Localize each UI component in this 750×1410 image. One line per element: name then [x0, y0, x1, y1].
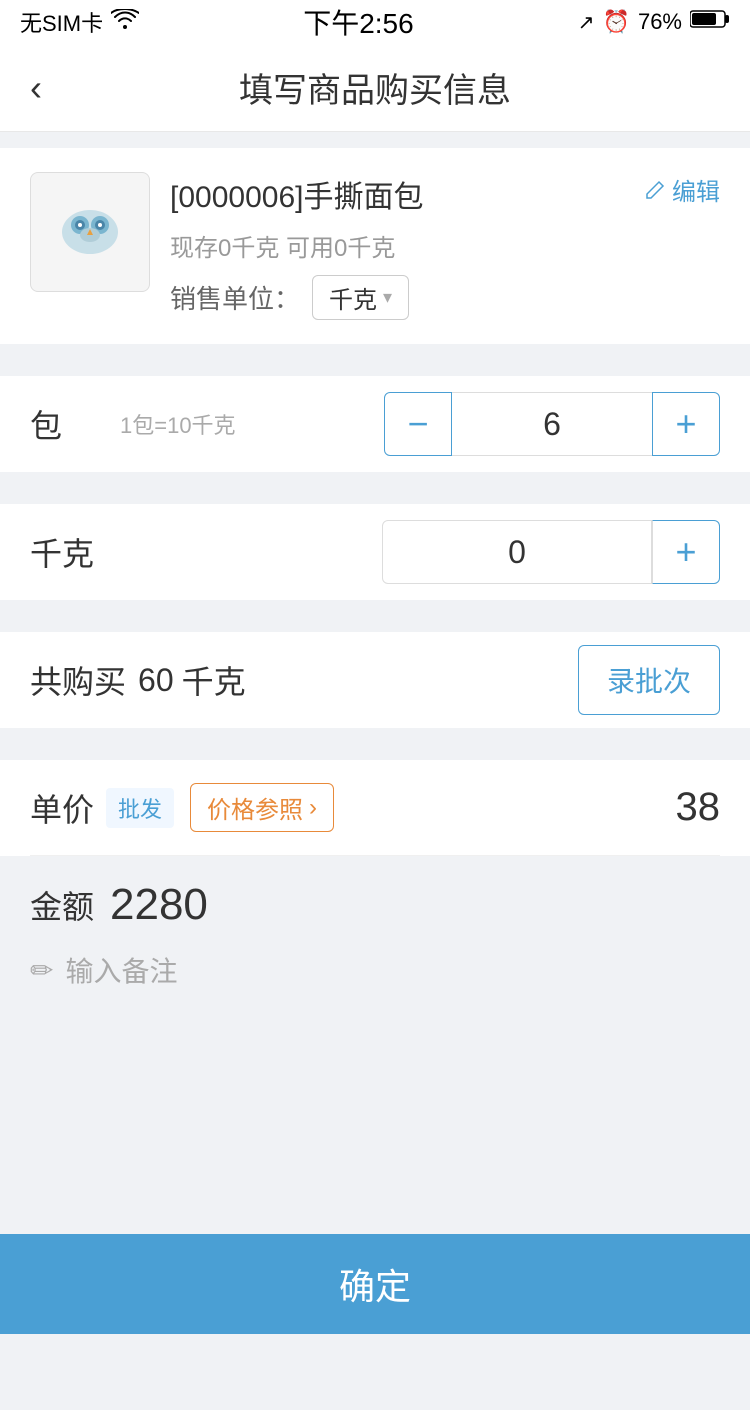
- total-section: 共购买 60 千克 录批次: [0, 632, 750, 728]
- confirm-button[interactable]: 确定: [0, 1234, 750, 1334]
- form-section-bao: 包 1包=10千克 − +: [0, 376, 750, 472]
- bao-sublabel: 1包=10千克: [120, 408, 236, 440]
- amount-section: 金额 2280 ✏ 输入备注: [0, 856, 750, 1010]
- kg-increment-button[interactable]: +: [652, 520, 720, 584]
- form-section-kg: 千克 +: [0, 504, 750, 600]
- unit-select[interactable]: 千克 ▾: [312, 275, 409, 320]
- status-bar: 无SIM卡 下午2:56 ↗ ⏰ 76%: [0, 0, 750, 44]
- divider-4: [0, 728, 750, 744]
- notes-row[interactable]: ✏ 输入备注: [30, 950, 720, 1010]
- nav-title: 填写商品购买信息: [239, 63, 511, 112]
- location-icon: ↗: [578, 10, 595, 35]
- bao-label: 包: [30, 401, 110, 447]
- price-label: 单价: [30, 785, 94, 831]
- total-unit: 千克: [182, 657, 246, 703]
- minus-icon: −: [407, 403, 428, 445]
- bao-increment-button[interactable]: +: [652, 392, 720, 456]
- unit-value: 千克: [329, 280, 377, 315]
- price-row: 单价 批发 价格参照 › 38: [30, 760, 720, 856]
- kg-quantity-input[interactable]: [382, 520, 652, 584]
- status-right: ↗ ⏰ 76%: [578, 9, 730, 35]
- plus-icon-kg: +: [675, 531, 696, 573]
- price-section: 单价 批发 价格参照 › 38: [0, 760, 750, 856]
- kg-label: 千克: [30, 529, 110, 575]
- wifi-icon: [111, 9, 139, 35]
- product-name: [0000006]手撕面包: [170, 172, 423, 216]
- pencil-icon: ✏: [30, 954, 53, 987]
- status-left: 无SIM卡: [20, 6, 139, 38]
- bao-quantity-input[interactable]: [452, 392, 652, 456]
- battery-icon: [690, 9, 730, 35]
- battery-text: 76%: [638, 9, 682, 35]
- back-button[interactable]: ‹: [30, 67, 42, 109]
- price-value: 38: [676, 785, 721, 830]
- form-row-bao: 包 1包=10千克 − +: [0, 376, 750, 472]
- divider-3: [0, 600, 750, 616]
- product-info: [0000006]手撕面包 编辑 现存0千克 可用0千克 销售单位： 千克 ▾: [170, 172, 720, 320]
- total-label: 共购买: [30, 657, 126, 703]
- notes-placeholder: 输入备注: [65, 950, 177, 990]
- product-image: [30, 172, 150, 292]
- unit-label: 销售单位：: [170, 279, 300, 316]
- product-section: [0000006]手撕面包 编辑 现存0千克 可用0千克 销售单位： 千克 ▾: [0, 148, 750, 344]
- divider-2: [0, 472, 750, 488]
- product-stock: 现存0千克 可用0千克: [170, 228, 720, 263]
- amount-value: 2280: [110, 880, 208, 930]
- kg-controls: +: [382, 520, 720, 584]
- product-unit-row: 销售单位： 千克 ▾: [170, 275, 720, 320]
- edit-button[interactable]: 编辑: [644, 172, 720, 207]
- bao-decrement-button[interactable]: −: [384, 392, 452, 456]
- divider-1: [0, 344, 750, 360]
- bao-controls: − +: [384, 392, 720, 456]
- status-time: 下午2:56: [303, 2, 414, 42]
- price-tag: 批发: [106, 788, 174, 828]
- price-ref-label: 价格参照: [207, 790, 303, 825]
- nav-bar: ‹ 填写商品购买信息: [0, 44, 750, 132]
- alarm-icon: ⏰: [603, 9, 630, 35]
- total-amount: 60: [138, 662, 174, 699]
- carrier-text: 无SIM卡: [20, 6, 103, 38]
- edit-label: 编辑: [672, 172, 720, 207]
- record-batch-button[interactable]: 录批次: [578, 645, 720, 715]
- form-row-kg: 千克 +: [0, 504, 750, 600]
- unit-chevron-icon: ▾: [383, 287, 392, 308]
- amount-label: 金额: [30, 882, 94, 928]
- empty-space: [0, 1010, 750, 1410]
- price-reference-button[interactable]: 价格参照 ›: [190, 783, 334, 832]
- amount-row: 金额 2280: [30, 880, 720, 930]
- plus-icon: +: [675, 403, 696, 445]
- product-logo-icon: [55, 197, 125, 267]
- price-ref-arrow-icon: ›: [309, 794, 317, 822]
